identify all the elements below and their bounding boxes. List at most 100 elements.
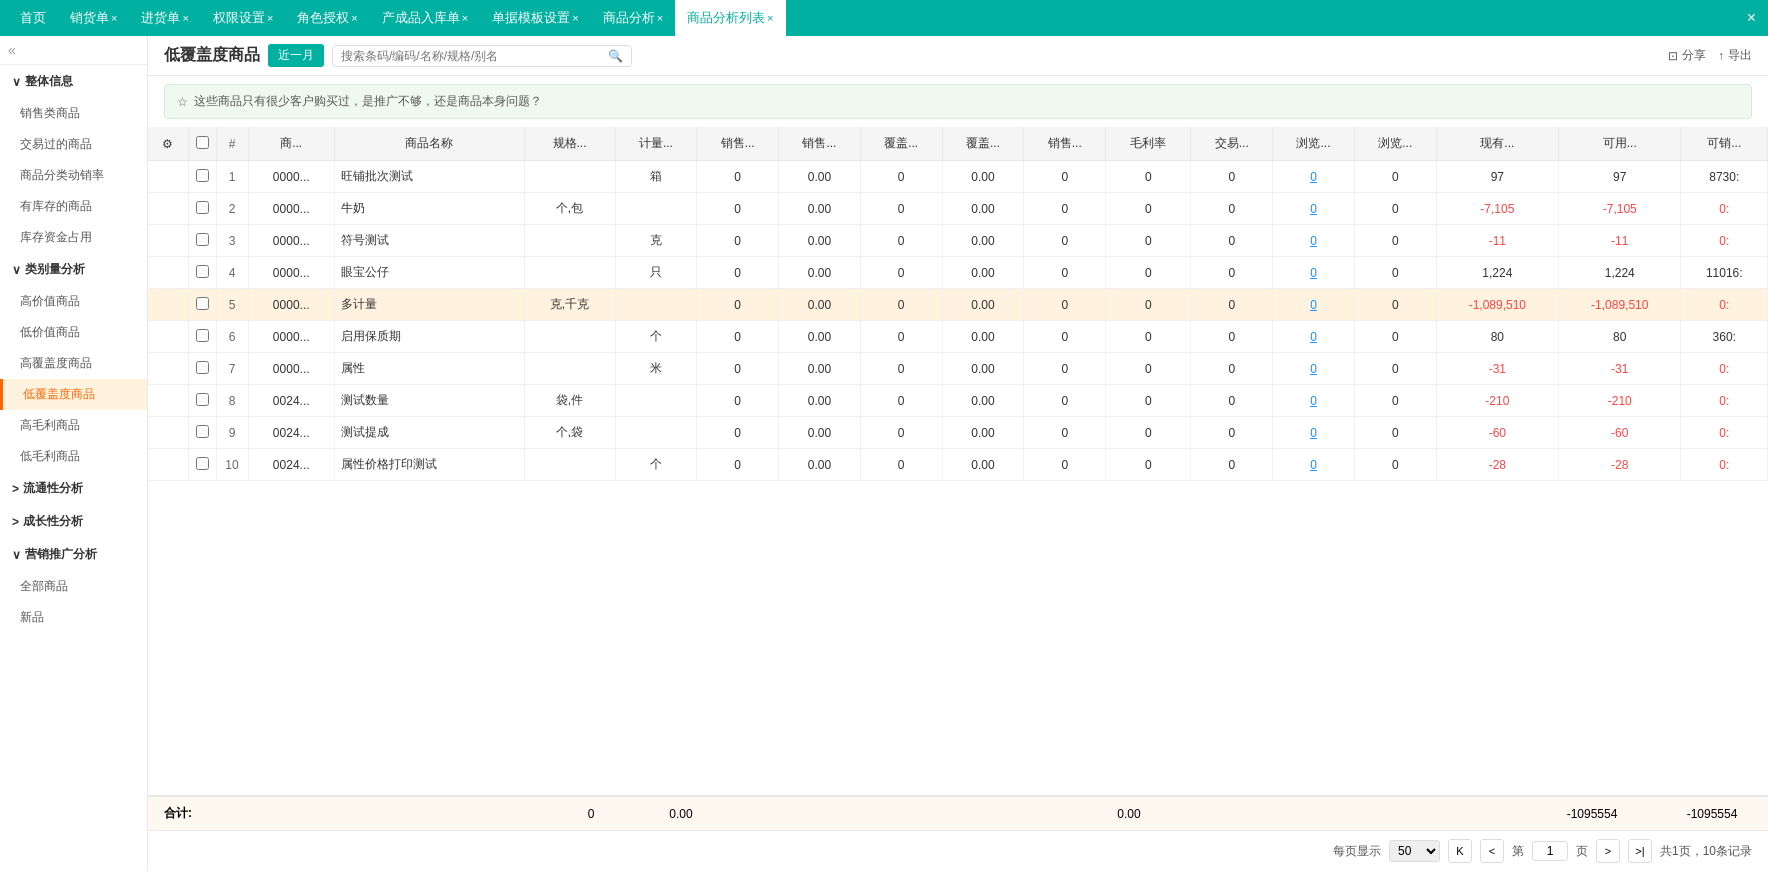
- sidebar-item-high-value[interactable]: 高价值商品: [0, 286, 147, 317]
- row-checkbox[interactable]: [188, 321, 216, 353]
- row-browse1[interactable]: 0: [1273, 225, 1355, 257]
- row-checkbox[interactable]: [188, 193, 216, 225]
- nav-sales-close[interactable]: ×: [111, 12, 117, 24]
- export-button[interactable]: ↑ 导出: [1718, 47, 1752, 64]
- sidebar-item-all-goods[interactable]: 全部商品: [0, 571, 147, 602]
- nav-role[interactable]: 角色授权 ×: [285, 0, 369, 36]
- period-button[interactable]: 近一月: [268, 44, 324, 67]
- sidebar-item-new-goods[interactable]: 新品: [0, 602, 147, 633]
- row-sales2: 0.00: [779, 353, 861, 385]
- row-checkbox[interactable]: [188, 161, 216, 193]
- nav-purchase-close[interactable]: ×: [182, 12, 188, 24]
- nav-analysis-list[interactable]: 商品分析列表 ×: [675, 0, 785, 36]
- row-browse1[interactable]: 0: [1273, 193, 1355, 225]
- sidebar-item-low-value[interactable]: 低价值商品: [0, 317, 147, 348]
- nav-purchase[interactable]: 进货单 ×: [129, 0, 200, 36]
- th-sales1: 销售...: [697, 127, 779, 161]
- nav-permission[interactable]: 权限设置 ×: [201, 0, 285, 36]
- row-sales1: 0: [697, 321, 779, 353]
- page-number-input[interactable]: [1532, 841, 1568, 861]
- sidebar: « ∨ 整体信息 销售类商品 交易过的商品 商品分类动销率 有库存的商品 库存资…: [0, 36, 148, 871]
- row-trade: 0: [1191, 353, 1273, 385]
- row-browse1[interactable]: 0: [1273, 449, 1355, 481]
- prev-page-btn[interactable]: <: [1480, 839, 1504, 863]
- row-settings: [148, 289, 188, 321]
- row-unit: [615, 417, 697, 449]
- sidebar-item-high-profit[interactable]: 高毛利商品: [0, 410, 147, 441]
- row-checkbox[interactable]: [188, 385, 216, 417]
- row-stock: 80: [1436, 321, 1558, 353]
- row-checkbox[interactable]: [188, 353, 216, 385]
- nav-analysis-list-close[interactable]: ×: [767, 12, 773, 24]
- row-browse1[interactable]: 0: [1273, 353, 1355, 385]
- row-browse1[interactable]: 0: [1273, 417, 1355, 449]
- search-input[interactable]: [341, 49, 604, 63]
- total-cover2: 0.00: [1104, 807, 1154, 821]
- page-title: 低覆盖度商品: [164, 45, 260, 66]
- row-checkbox[interactable]: [188, 449, 216, 481]
- sidebar-item-high-coverage[interactable]: 高覆盖度商品: [0, 348, 147, 379]
- nav-product-analysis[interactable]: 商品分析 ×: [591, 0, 675, 36]
- row-usable: -28: [1559, 449, 1681, 481]
- row-browse1[interactable]: 0: [1273, 385, 1355, 417]
- row-browse1[interactable]: 0: [1273, 257, 1355, 289]
- share-button[interactable]: ⊡ 分享: [1668, 47, 1706, 64]
- row-spec: [524, 161, 615, 193]
- sidebar-section-marketing[interactable]: ∨ 营销推广分析: [0, 538, 147, 571]
- sidebar-section-overview[interactable]: ∨ 整体信息: [0, 65, 147, 98]
- sidebar-item-sales-goods[interactable]: 销售类商品: [0, 98, 147, 129]
- nav-product-in-close[interactable]: ×: [462, 12, 468, 24]
- sidebar-item-low-coverage[interactable]: 低覆盖度商品: [0, 379, 147, 410]
- sidebar-section-growth[interactable]: > 成长性分析: [0, 505, 147, 538]
- nav-product-in[interactable]: 产成品入库单 ×: [370, 0, 480, 36]
- row-spec: [524, 353, 615, 385]
- row-browse2: 0: [1354, 225, 1436, 257]
- search-icon[interactable]: 🔍: [608, 49, 623, 63]
- table-container[interactable]: ⚙ # 商... 商品名称 规格... 计量... 销售... 销售... 覆盖…: [148, 127, 1768, 795]
- th-settings[interactable]: ⚙: [148, 127, 188, 161]
- sidebar-item-stock-fund[interactable]: 库存资金占用: [0, 222, 147, 253]
- nav-sales[interactable]: 销货单 ×: [58, 0, 129, 36]
- th-checkbox[interactable]: [188, 127, 216, 161]
- per-page-select[interactable]: 50 100 200: [1389, 840, 1440, 862]
- row-sales1: 0: [697, 225, 779, 257]
- row-cover2: 0.00: [942, 321, 1024, 353]
- select-all-checkbox[interactable]: [196, 136, 209, 149]
- nav-template[interactable]: 单据模板设置 ×: [480, 0, 590, 36]
- row-checkbox[interactable]: [188, 225, 216, 257]
- window-close-btn[interactable]: ×: [1747, 9, 1756, 27]
- nav-role-close[interactable]: ×: [351, 12, 357, 24]
- row-cover2: 0.00: [942, 385, 1024, 417]
- nav-permission-close[interactable]: ×: [267, 12, 273, 24]
- row-checkbox[interactable]: [188, 417, 216, 449]
- row-sales3: 0: [1024, 193, 1106, 225]
- row-browse1[interactable]: 0: [1273, 321, 1355, 353]
- first-page-btn[interactable]: K: [1448, 839, 1472, 863]
- total-sales1: 0: [566, 807, 616, 821]
- row-trade: 0: [1191, 225, 1273, 257]
- row-checkbox[interactable]: [188, 289, 216, 321]
- row-trade: 0: [1191, 417, 1273, 449]
- row-name: 眼宝公仔: [334, 257, 524, 289]
- last-page-btn[interactable]: >|: [1628, 839, 1652, 863]
- content-area: 低覆盖度商品 近一月 🔍 ⊡ 分享 ↑ 导出 ☆ 这些商品只有很少客户购买过，是…: [148, 36, 1768, 871]
- sidebar-section-category[interactable]: ∨ 类别量分析: [0, 253, 147, 286]
- row-browse1[interactable]: 0: [1273, 289, 1355, 321]
- nav-home[interactable]: 首页: [8, 0, 58, 36]
- row-browse1[interactable]: 0: [1273, 161, 1355, 193]
- nav-template-close[interactable]: ×: [572, 12, 578, 24]
- sidebar-section-circulation[interactable]: > 流通性分析: [0, 472, 147, 505]
- nav-product-analysis-close[interactable]: ×: [657, 12, 663, 24]
- main-layout: « ∨ 整体信息 销售类商品 交易过的商品 商品分类动销率 有库存的商品 库存资…: [0, 36, 1768, 871]
- sidebar-collapse-btn[interactable]: «: [8, 42, 16, 58]
- row-num: 2: [216, 193, 248, 225]
- sidebar-item-traded-goods[interactable]: 交易过的商品: [0, 129, 147, 160]
- next-page-btn[interactable]: >: [1596, 839, 1620, 863]
- sidebar-item-low-profit[interactable]: 低毛利商品: [0, 441, 147, 472]
- sidebar-item-category-rate[interactable]: 商品分类动销率: [0, 160, 147, 191]
- row-trade: 0: [1191, 321, 1273, 353]
- settings-icon[interactable]: ⚙: [162, 137, 173, 151]
- sidebar-item-in-stock[interactable]: 有库存的商品: [0, 191, 147, 222]
- row-checkbox[interactable]: [188, 257, 216, 289]
- table-row: 1 0000... 旺铺批次测试 箱 0 0.00 0 0.00 0 0 0 0…: [148, 161, 1768, 193]
